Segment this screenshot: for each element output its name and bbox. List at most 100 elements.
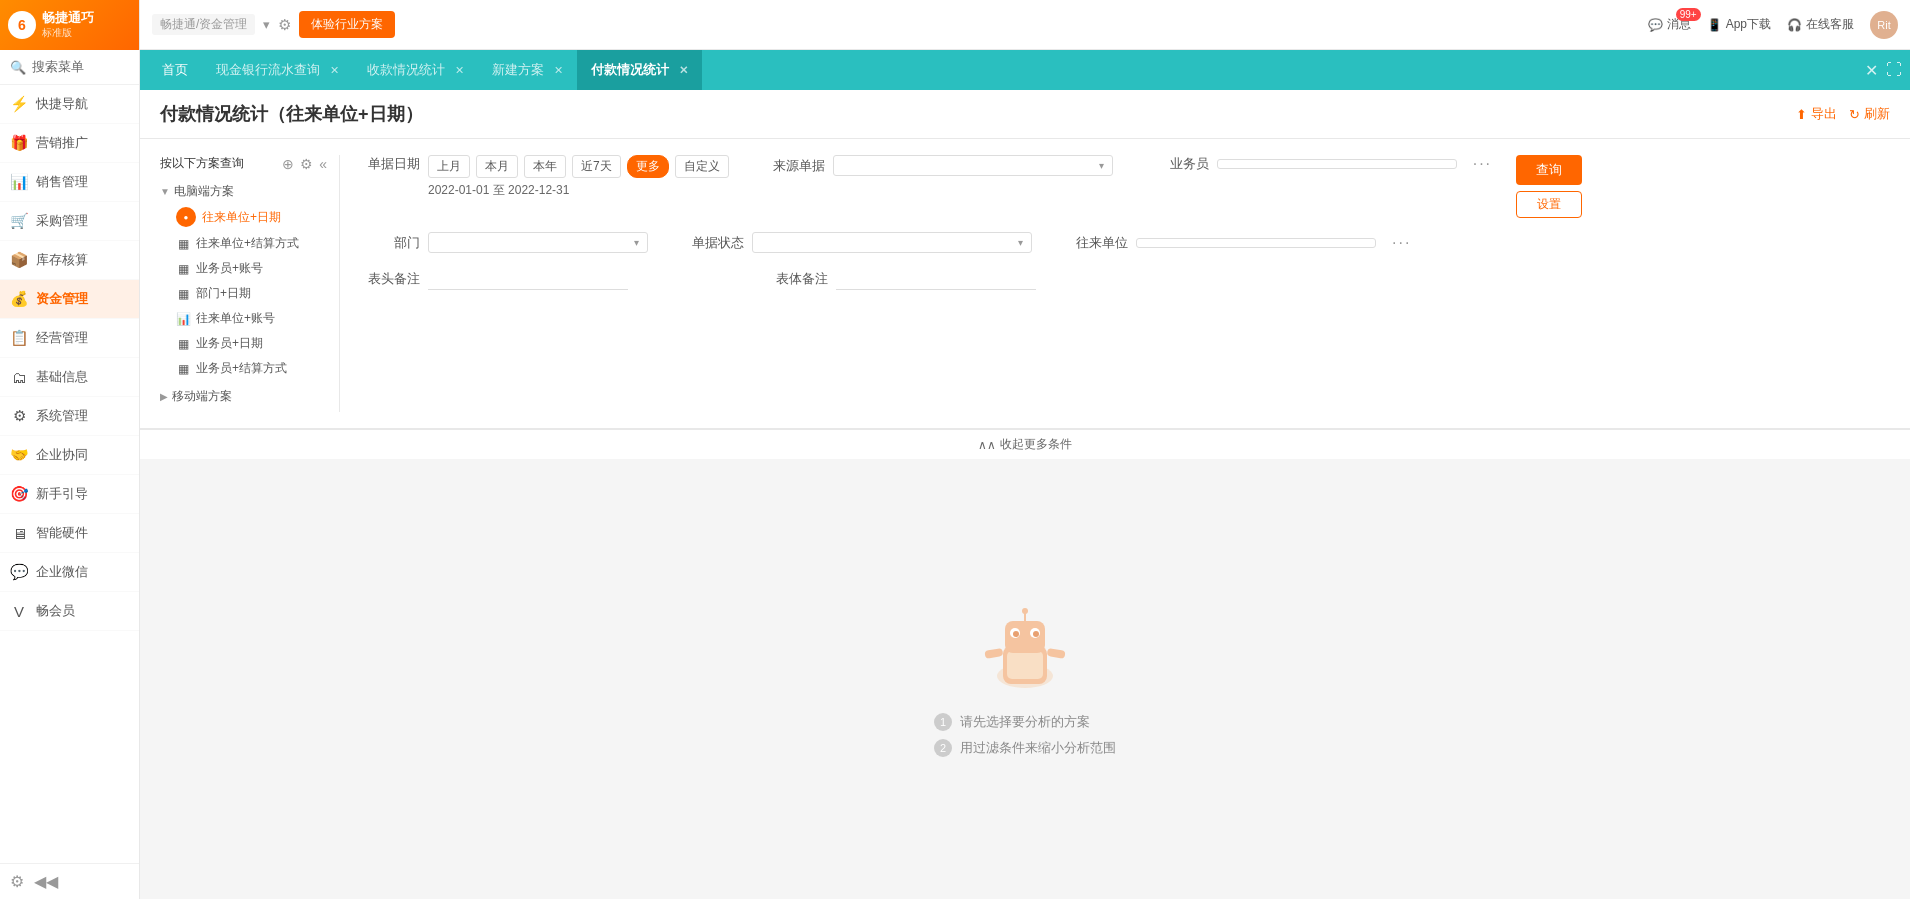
scheme-item[interactable]: ▦ 业务员+账号 [160,256,327,281]
tab-receivable[interactable]: 收款情况统计 ✕ [353,50,478,90]
breadcrumb-dropdown-icon[interactable]: ▾ [263,17,270,32]
counterparty-select[interactable] [1136,238,1376,248]
settings-button[interactable]: 设置 [1516,191,1582,218]
body-note-input[interactable] [836,267,1036,290]
quick-nav-label: 快捷导航 [36,95,88,113]
page-actions: ⬆ 导出 ↻ 刷新 [1796,105,1890,123]
sidebar-item-wechat[interactable]: 💬 企业微信 [0,553,139,592]
export-icon: ⬆ [1796,107,1807,122]
brand-sub: 标准版 [42,26,94,40]
header-note-input[interactable] [428,267,628,290]
scheme-item[interactable]: ▦ 业务员+日期 [160,331,327,356]
scheme-item[interactable]: 📊 往来单位+账号 [160,306,327,331]
guide-icon: 🎯 [10,485,28,503]
sidebar-item-purchase[interactable]: 🛒 采购管理 [0,202,139,241]
sales-label: 销售管理 [36,173,88,191]
search-menu[interactable]: 🔍 搜索菜单 [0,50,139,85]
scheme-item-label: 业务员+账号 [196,260,263,277]
sidebar-item-enterprise[interactable]: 🤝 企业协同 [0,436,139,475]
sidebar-item-system[interactable]: ⚙ 系统管理 [0,397,139,436]
add-scheme-icon[interactable]: ⊕ [282,156,294,172]
scheme-category-desktop: ▼ 电脑端方案 ● 往来单位+日期 ▦ 往来单位+结算方式 ▦ 业务员+账号 ▦… [160,180,327,381]
empty-hint-1-text: 请先选择要分析的方案 [960,713,1090,731]
gear-icon[interactable]: ⚙ [10,872,24,891]
empty-hints: 1 请先选择要分析的方案 2 用过滤条件来缩小分析范围 [934,713,1116,757]
sidebar-item-operation[interactable]: 📋 经营管理 [0,319,139,358]
sidebar-item-guide[interactable]: 🎯 新手引导 [0,475,139,514]
online-service-button[interactable]: 🎧 在线客服 [1787,16,1854,33]
tab-bank-flow[interactable]: 现金银行流水查询✕ [202,50,353,90]
close-tab-icon[interactable]: ✕ [1865,61,1878,80]
member-label: 畅会员 [36,602,75,620]
scheme-item[interactable]: ● 往来单位+日期 [160,203,327,231]
tab-home[interactable]: 首页 [148,50,202,90]
last-7days-btn[interactable]: 近7天 [572,155,621,178]
system-icon: ⚙ [10,407,28,425]
scheme-item[interactable]: ▦ 业务员+结算方式 [160,356,327,381]
salesperson-select[interactable] [1217,159,1457,169]
sidebar-item-sales[interactable]: 📊 销售管理 [0,163,139,202]
scheme-item[interactable]: ▦ 部门+日期 [160,281,327,306]
member-icon: V [10,602,28,620]
refresh-button[interactable]: ↻ 刷新 [1849,105,1890,123]
tab-close-new-scheme[interactable]: ✕ [554,64,563,77]
last-month-btn[interactable]: 上月 [428,155,470,178]
message-button[interactable]: 💬 消息 99+ [1648,16,1691,33]
service-label: 在线客服 [1806,16,1854,33]
tab-label-receivable: 收款情况统计 [367,61,445,79]
tab-close-payment-stat[interactable]: ✕ [679,64,688,77]
query-button[interactable]: 查询 [1516,155,1582,185]
scheme-collapse-icon[interactable]: « [319,156,327,172]
doc-status-select[interactable]: ▾ [752,232,1032,253]
basic-label: 基础信息 [36,368,88,386]
sales-icon: 📊 [10,173,28,191]
tabs-container: 首页现金银行流水查询✕收款情况统计✕新建方案✕付款情况统计✕ [148,50,702,90]
scheme-label: 按以下方案查询 [160,155,244,172]
expand-tab-icon[interactable]: ⛶ [1886,61,1902,79]
this-month-btn[interactable]: 本月 [476,155,518,178]
avatar[interactable]: Rit [1870,11,1898,39]
dept-select[interactable]: ▾ [428,232,648,253]
sidebar-item-hardware[interactable]: 🖥 智能硬件 [0,514,139,553]
topbar-gear-icon[interactable]: ⚙ [278,16,291,34]
tab-new-scheme[interactable]: 新建方案✕ [478,50,577,90]
mobile-category-header[interactable]: ▶ 移动端方案 [160,385,327,408]
sidebar-item-inventory[interactable]: 📦 库存核算 [0,241,139,280]
topbar-right: 💬 消息 99+ 📱 App下载 🎧 在线客服 Rit [1648,11,1898,39]
trial-button[interactable]: 体验行业方案 [299,11,395,38]
scheme-item[interactable]: ▦ 往来单位+结算方式 [160,231,327,256]
search-icon: 🔍 [10,60,26,75]
more-date-btn[interactable]: 更多 [627,155,669,178]
scheme-item-label: 往来单位+日期 [202,209,281,226]
wechat-icon: 💬 [10,563,28,581]
doc-status-select-arrow: ▾ [1018,237,1023,248]
salesperson-dots[interactable]: ··· [1473,155,1492,173]
source-select[interactable]: ▾ [833,155,1113,176]
main-area: 畅捷通/资金管理 ▾ ⚙ 体验行业方案 💬 消息 99+ 📱 App下载 🎧 在… [140,0,1910,899]
counterparty-dots[interactable]: ··· [1392,234,1411,252]
this-year-btn[interactable]: 本年 [524,155,566,178]
svg-rect-11 [1047,648,1066,659]
empty-hint-1: 1 请先选择要分析的方案 [934,713,1116,731]
tab-close-bank-flow[interactable]: ✕ [330,64,339,77]
sidebar-item-capital[interactable]: 💰 资金管理 [0,280,139,319]
custom-date-btn[interactable]: 自定义 [675,155,729,178]
dept-label: 部门 [360,234,420,252]
tab-payment-stat[interactable]: 付款情况统计✕ [577,50,702,90]
sidebar-item-basic[interactable]: 🗂 基础信息 [0,358,139,397]
tab-close-receivable[interactable]: ✕ [455,64,464,77]
export-button[interactable]: ⬆ 导出 [1796,105,1837,123]
scheme-items-list: ● 往来单位+日期 ▦ 往来单位+结算方式 ▦ 业务员+账号 ▦ 部门+日期 📊… [160,203,327,381]
collapse-more-icon: ∧∧ [978,438,996,452]
sidebar-item-quick-nav[interactable]: ⚡ 快捷导航 [0,85,139,124]
counterparty-filter: 往来单位 ··· [1068,234,1411,252]
scheme-settings-icon[interactable]: ⚙ [300,156,313,172]
collapse-sidebar-icon[interactable]: ◀◀ [34,872,58,891]
empty-hint-2: 2 用过滤条件来缩小分析范围 [934,739,1116,757]
collapse-more-bar[interactable]: ∧∧ 收起更多条件 [140,429,1910,459]
header-note-filter: 表头备注 [360,267,628,290]
desktop-category-header[interactable]: ▼ 电脑端方案 [160,180,327,203]
sidebar-item-member[interactable]: V 畅会员 [0,592,139,631]
app-download-button[interactable]: 📱 App下载 [1707,16,1771,33]
sidebar-item-marketing[interactable]: 🎁 营销推广 [0,124,139,163]
